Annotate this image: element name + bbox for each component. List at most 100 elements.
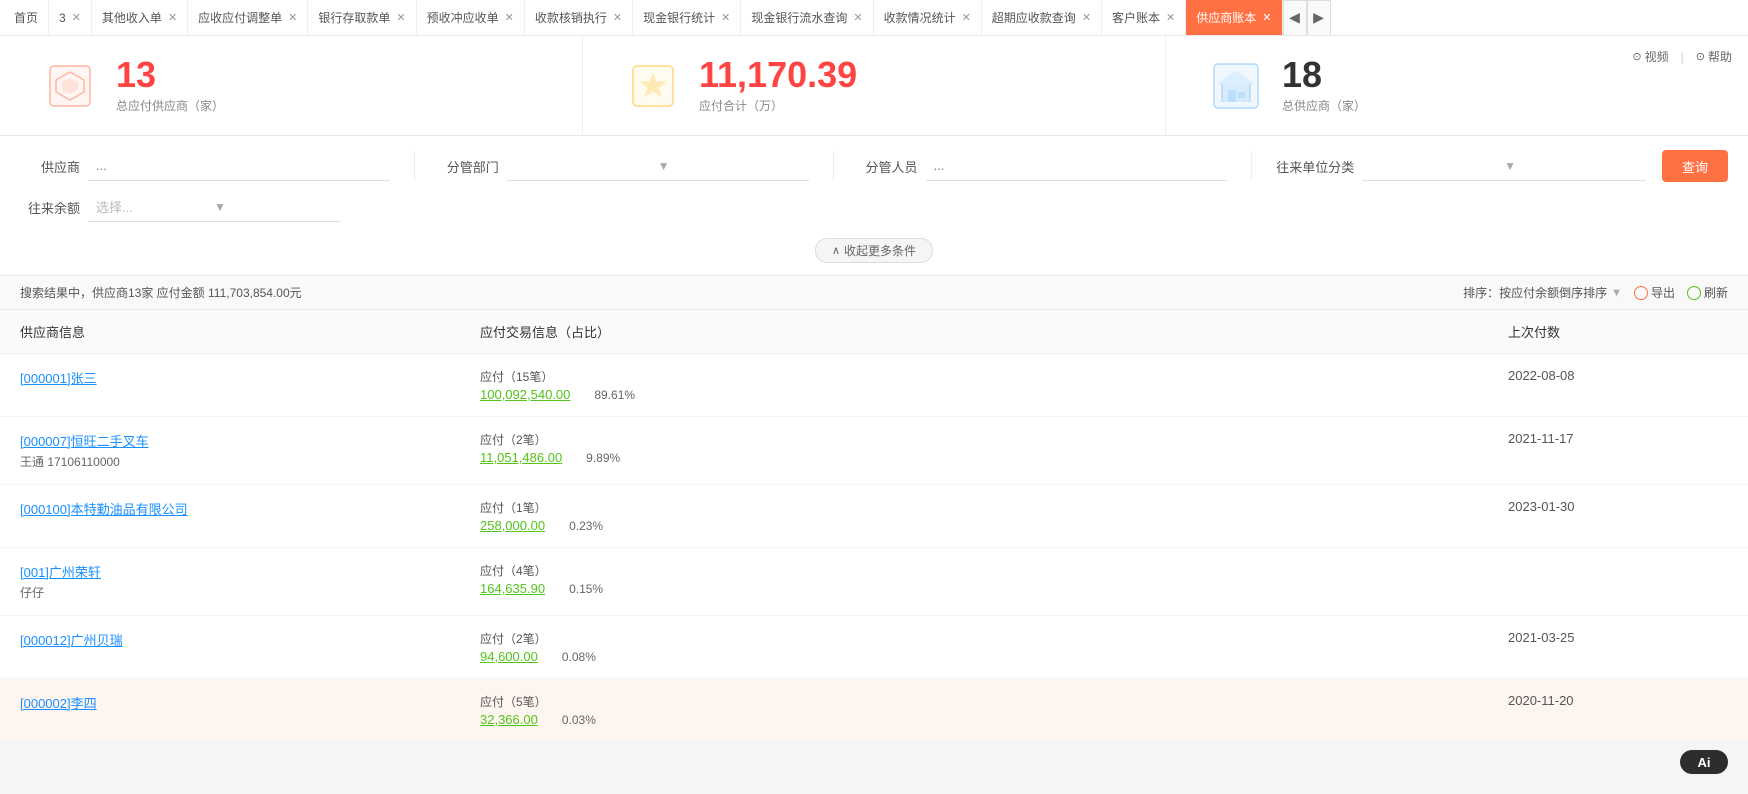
category-label: 往来单位分类 bbox=[1276, 157, 1354, 176]
last-pay-date: 2022-08-08 bbox=[1508, 364, 1575, 383]
nav-tab-customer-ledger[interactable]: 客户账本 ✕ bbox=[1102, 0, 1186, 36]
supplier-link-000007[interactable]: [000007]恒旺二手叉车 bbox=[20, 434, 149, 449]
last-pay-date: 2020-11-20 bbox=[1508, 689, 1574, 708]
close-icon[interactable]: ✕ bbox=[613, 11, 622, 24]
chevron-down-icon: ▼ bbox=[1504, 159, 1638, 173]
col-header-transaction: 应付交易信息（占比） bbox=[480, 322, 1508, 341]
divider bbox=[414, 151, 415, 181]
filter-balance: 往来余额 选择... ▼ bbox=[20, 192, 340, 222]
trans-label: 应付（2笔） bbox=[480, 431, 1508, 448]
supplier-link-000012[interactable]: [000012]广州贝瑞 bbox=[20, 633, 123, 648]
diamond-icon bbox=[40, 56, 100, 116]
stat-payable-suppliers: 13 总应付供应商（家） bbox=[0, 36, 583, 135]
total-payable-label: 应付合计（万） bbox=[699, 97, 857, 114]
close-icon[interactable]: ✕ bbox=[1166, 11, 1175, 24]
chevron-down-icon: ▼ bbox=[658, 159, 801, 173]
total-suppliers-number: 18 bbox=[1282, 57, 1366, 93]
trans-amount[interactable]: 100,092,540.00 bbox=[480, 387, 570, 402]
stat-total-payable: 11,170.39 应付合计（万） bbox=[583, 36, 1166, 135]
balance-select[interactable]: 选择... ▼ bbox=[88, 192, 340, 222]
filter-supplier: 供应商 bbox=[20, 151, 390, 181]
export-button[interactable]: 导出 bbox=[1634, 284, 1675, 301]
total-suppliers-label: 总供应商（家） bbox=[1282, 97, 1366, 114]
filter-row-1: 供应商 分管部门 ▼ 分管人员 往来单位分类 ▼ 查询 bbox=[20, 150, 1728, 182]
nav-tab-adjustment[interactable]: 应收应付调整单 ✕ bbox=[188, 0, 308, 36]
supplier-link-000001[interactable]: [000001]张三 bbox=[20, 371, 97, 386]
top-nav: 首页 3 ✕ 其他收入单 ✕ 应收应付调整单 ✕ 银行存取款单 ✕ 预收冲应收单… bbox=[0, 0, 1748, 36]
category-select[interactable]: ▼ bbox=[1362, 151, 1646, 181]
table-row: [000001]张三 应付（15笔） 100,092,540.00 89.61%… bbox=[0, 354, 1748, 417]
table-header-row: 供应商信息 应付交易信息（占比） 上次付数 bbox=[0, 310, 1748, 354]
nav-tab-other-income[interactable]: 其他收入单 ✕ bbox=[92, 0, 188, 36]
chevron-down-icon: ▼ bbox=[214, 200, 332, 214]
person-input[interactable] bbox=[926, 151, 1228, 181]
person-label: 分管人员 bbox=[858, 157, 918, 176]
nav-tab-3[interactable]: 3 ✕ bbox=[49, 0, 92, 36]
result-bar: 搜索结果中，供应商13家 应付金额 111,703,854.00元 排序：按应付… bbox=[0, 276, 1748, 310]
close-icon[interactable]: ✕ bbox=[1262, 11, 1271, 24]
payable-suppliers-label: 总应付供应商（家） bbox=[116, 97, 224, 114]
supplier-label: 供应商 bbox=[20, 157, 80, 176]
filter-row-2: 往来余额 选择... ▼ bbox=[20, 192, 1728, 222]
nav-tab-bank[interactable]: 银行存取款单 ✕ bbox=[308, 0, 416, 36]
close-icon[interactable]: ✕ bbox=[962, 11, 971, 24]
table-row: [000100]本特勤油品有限公司 应付（1笔） 258,000.00 0.23… bbox=[0, 485, 1748, 548]
dept-select[interactable]: ▼ bbox=[507, 151, 809, 181]
stats-bar: 13 总应付供应商（家） 11,170.39 应付合计（万） bbox=[0, 36, 1748, 136]
col-header-supplier: 供应商信息 bbox=[20, 322, 480, 341]
ai-badge[interactable]: Ai bbox=[1680, 750, 1728, 774]
close-icon[interactable]: ✕ bbox=[168, 11, 177, 24]
table-row: [000012]广州贝瑞 应付（2笔） 94,600.00 0.08% 2021… bbox=[0, 616, 1748, 679]
supplier-link-001[interactable]: [001]广州荣轩 bbox=[20, 565, 101, 580]
trans-label: 应付（2笔） bbox=[480, 630, 1508, 647]
trans-percent: 0.23% bbox=[569, 519, 603, 533]
trans-label: 应付（4笔） bbox=[480, 562, 1508, 579]
trans-percent: 0.03% bbox=[562, 713, 596, 727]
close-icon[interactable]: ✕ bbox=[72, 11, 81, 24]
close-icon[interactable]: ✕ bbox=[505, 11, 514, 24]
nav-tab-collection[interactable]: 收款核销执行 ✕ bbox=[525, 0, 633, 36]
nav-tab-prepay[interactable]: 预收冲应收单 ✕ bbox=[417, 0, 525, 36]
supplier-link-000002[interactable]: [000002]李四 bbox=[20, 696, 97, 711]
nav-tab-overdue[interactable]: 超期应收款查询 ✕ bbox=[982, 0, 1102, 36]
refresh-icon bbox=[1687, 286, 1701, 300]
close-icon[interactable]: ✕ bbox=[396, 11, 405, 24]
close-icon[interactable]: ✕ bbox=[1082, 11, 1091, 24]
trans-amount[interactable]: 258,000.00 bbox=[480, 518, 545, 533]
close-icon[interactable]: ✕ bbox=[288, 11, 297, 24]
video-link[interactable]: ⊙ 视频 bbox=[1632, 48, 1668, 65]
nav-tab-cash-flow[interactable]: 现金银行流水查询 ✕ bbox=[741, 0, 873, 36]
supplier-sub: 仔仔 bbox=[20, 584, 480, 601]
nav-tab-cash-bank-stats[interactable]: 现金银行统计 ✕ bbox=[633, 0, 741, 36]
help-link[interactable]: ⊙ 帮助 bbox=[1696, 48, 1732, 65]
trans-amount[interactable]: 164,635.90 bbox=[480, 581, 545, 596]
supplier-sub: 王通 17106110000 bbox=[20, 453, 480, 470]
filter-person: 分管人员 bbox=[858, 151, 1228, 181]
trans-label: 应付（1笔） bbox=[480, 499, 1508, 516]
sort-selector[interactable]: 排序：按应付余额倒序排序 ▼ bbox=[1463, 284, 1622, 301]
query-button[interactable]: 查询 bbox=[1662, 150, 1728, 182]
collapse-button[interactable]: ∧ 收起更多条件 bbox=[815, 238, 933, 263]
star-icon bbox=[623, 56, 683, 116]
trans-amount[interactable]: 94,600.00 bbox=[480, 649, 538, 664]
last-pay-date: 2021-11-17 bbox=[1508, 427, 1574, 446]
nav-tab-home[interactable]: 首页 bbox=[4, 0, 49, 36]
nav-tab-receipt-stats[interactable]: 收款情况统计 ✕ bbox=[874, 0, 982, 36]
refresh-button[interactable]: 刷新 bbox=[1687, 284, 1728, 301]
divider bbox=[833, 151, 834, 181]
trans-percent: 89.61% bbox=[594, 388, 635, 402]
nav-tab-supplier-ledger[interactable]: 供应商账本 ✕ bbox=[1186, 0, 1282, 36]
last-pay-date: 2021-03-25 bbox=[1508, 626, 1575, 645]
nav-next-arrow[interactable]: ▶ bbox=[1307, 0, 1331, 36]
supplier-input[interactable] bbox=[88, 151, 390, 181]
supplier-link-000100[interactable]: [000100]本特勤油品有限公司 bbox=[20, 502, 188, 517]
trans-amount[interactable]: 11,051,486.00 bbox=[480, 450, 562, 465]
trans-label: 应付（5笔） bbox=[480, 693, 1508, 710]
close-icon[interactable]: ✕ bbox=[853, 11, 862, 24]
trans-amount[interactable]: 32,366.00 bbox=[480, 712, 538, 727]
total-payable-number: 11,170.39 bbox=[699, 57, 857, 93]
close-icon[interactable]: ✕ bbox=[721, 11, 730, 24]
nav-prev-arrow[interactable]: ◀ bbox=[1283, 0, 1307, 36]
divider bbox=[1251, 151, 1252, 181]
trans-percent: 9.89% bbox=[586, 451, 620, 465]
